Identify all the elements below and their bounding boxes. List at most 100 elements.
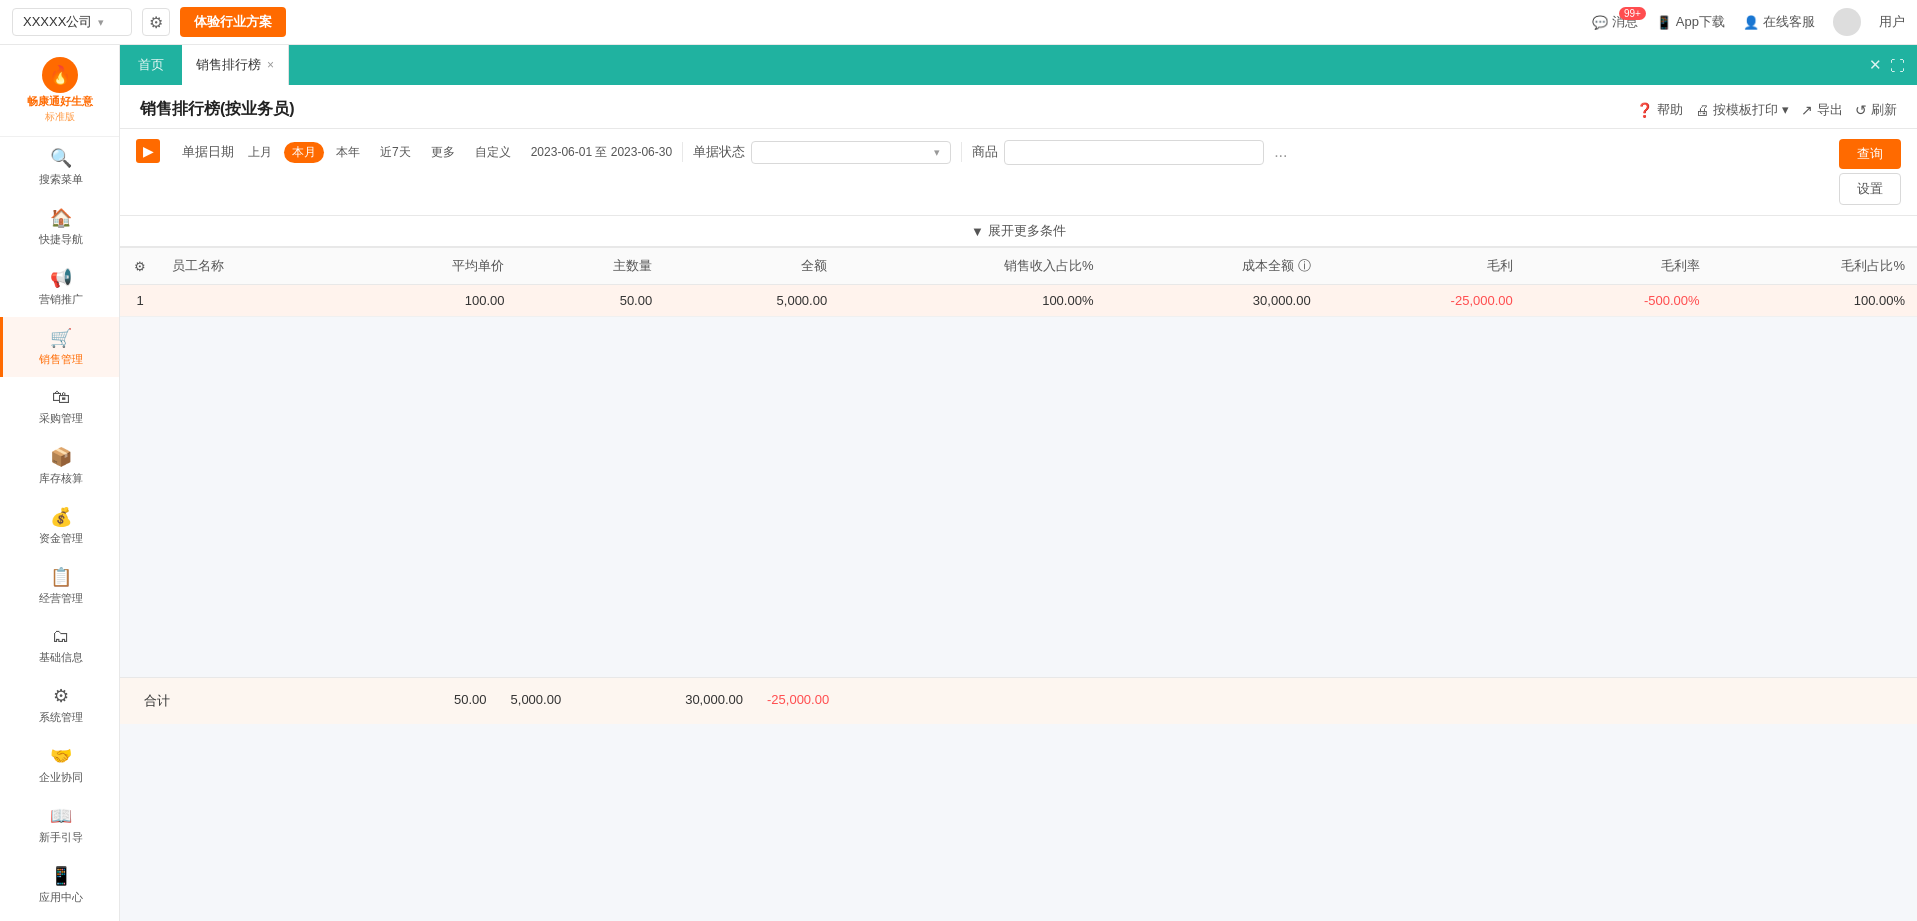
goods-more-btn[interactable]: ... bbox=[1270, 139, 1291, 165]
sidebar-item-operation[interactable]: 📋 经营管理 bbox=[0, 556, 119, 616]
footer-label: 合计 bbox=[132, 686, 362, 716]
app-download-btn[interactable]: 📱 App下载 bbox=[1656, 13, 1725, 31]
th-cost: 成本全额 ⓘ bbox=[1105, 248, 1322, 285]
goods-input[interactable] bbox=[1004, 140, 1264, 165]
sidebar-item-guide[interactable]: 📖 新手引导 bbox=[0, 795, 119, 855]
query-button[interactable]: 查询 bbox=[1839, 139, 1901, 169]
date-opt-this-month[interactable]: 本月 bbox=[284, 142, 324, 163]
top-bar: XXXXX公司 ▾ ⚙ 体验行业方案 💬 消息 99+ 📱 App下载 👤 在线… bbox=[0, 0, 1917, 45]
tab-home[interactable]: 首页 bbox=[120, 45, 182, 85]
cell-main-qty: 50.00 bbox=[516, 285, 664, 317]
company-dropdown-arrow: ▾ bbox=[98, 16, 104, 29]
cell-avg-price: 100.00 bbox=[338, 285, 516, 317]
date-range-text: 2023-06-01 至 2023-06-30 bbox=[531, 144, 672, 161]
sidebar-item-wechat[interactable]: 💬 企业微信 bbox=[0, 915, 119, 921]
sidebar-item-quick-nav[interactable]: 🏠 快捷导航 bbox=[0, 197, 119, 257]
sidebar-item-label: 营销推广 bbox=[39, 292, 83, 307]
sidebar-item-finance[interactable]: 💰 资金管理 bbox=[0, 496, 119, 556]
marketing-icon: 📢 bbox=[50, 267, 72, 289]
settings-icon[interactable]: ⚙ bbox=[142, 8, 170, 36]
help-icon: ❓ bbox=[1636, 102, 1653, 118]
setting-button[interactable]: 设置 bbox=[1839, 173, 1901, 205]
trial-button[interactable]: 体验行业方案 bbox=[180, 7, 286, 37]
logo-icon: 🔥 bbox=[42, 57, 78, 93]
expand-down-icon: ▼ bbox=[971, 224, 984, 239]
status-select[interactable]: ▾ bbox=[751, 141, 951, 164]
tab-expand-btn[interactable]: ⛶ bbox=[1890, 57, 1905, 74]
date-filter-group: 单据日期 上月 本月 本年 近7天 更多 自定义 2023-06-01 至 20… bbox=[182, 142, 672, 163]
cell-sales-pct: 100.00% bbox=[839, 285, 1105, 317]
appstore-icon: 📱 bbox=[50, 865, 72, 887]
table-header: ⚙ 员工名称 平均单价 主数量 全额 销售收入占比% 成本全额 ⓘ 毛利 毛利率… bbox=[120, 248, 1917, 285]
page-body: 销售排行榜(按业务员) ❓ 帮助 🖨 按模板打印 ▾ ↗ bbox=[120, 85, 1917, 921]
company-name: XXXXX公司 bbox=[23, 13, 92, 31]
page-title: 销售排行榜(按业务员) bbox=[140, 99, 295, 120]
export-icon: ↗ bbox=[1801, 102, 1813, 118]
sidebar-logo: 🔥 畅康通好生意 标准版 bbox=[0, 45, 119, 137]
operation-icon: 📋 bbox=[50, 566, 72, 588]
filter-divider-2 bbox=[961, 142, 962, 162]
export-btn[interactable]: ↗ 导出 bbox=[1801, 101, 1843, 119]
sidebar-item-label: 快捷导航 bbox=[39, 232, 83, 247]
date-opt-this-year[interactable]: 本年 bbox=[328, 142, 368, 163]
refresh-label: 刷新 bbox=[1871, 101, 1897, 119]
status-filter-group: 单据状态 ▾ bbox=[693, 141, 951, 164]
th-sales-pct: 销售收入占比% bbox=[839, 248, 1105, 285]
sidebar-item-search[interactable]: 🔍 搜索菜单 bbox=[0, 137, 119, 197]
table-header-row: ⚙ 员工名称 平均单价 主数量 全额 销售收入占比% 成本全额 ⓘ 毛利 毛利率… bbox=[120, 248, 1917, 285]
sidebar-item-basic[interactable]: 🗂 基础信息 bbox=[0, 616, 119, 675]
sidebar-item-label: 资金管理 bbox=[39, 531, 83, 546]
tab-sales-ranking[interactable]: 销售排行榜 × bbox=[182, 45, 289, 85]
service-icon: 👤 bbox=[1743, 15, 1759, 30]
message-icon: 💬 bbox=[1592, 15, 1608, 30]
th-main-qty: 主数量 bbox=[516, 248, 664, 285]
table-body: 1 100.00 50.00 5,000.00 100.00% 30,000.0… bbox=[120, 285, 1917, 317]
export-label: 导出 bbox=[1817, 101, 1843, 119]
status-label: 单据状态 bbox=[693, 143, 745, 161]
date-opt-more[interactable]: 更多 bbox=[423, 142, 463, 163]
avatar[interactable] bbox=[1833, 8, 1861, 36]
refresh-icon: ↺ bbox=[1855, 102, 1867, 118]
sidebar-item-enterprise[interactable]: 🤝 企业协同 bbox=[0, 735, 119, 795]
sidebar-item-marketing[interactable]: 📢 营销推广 bbox=[0, 257, 119, 317]
footer-avg-price bbox=[362, 686, 442, 716]
message-btn[interactable]: 💬 消息 99+ bbox=[1592, 13, 1638, 31]
tab-label: 销售排行榜 bbox=[196, 56, 261, 74]
th-gross: 毛利 bbox=[1323, 248, 1525, 285]
online-service-btn[interactable]: 👤 在线客服 bbox=[1743, 13, 1815, 31]
sidebar-item-sales[interactable]: 🛒 销售管理 bbox=[0, 317, 119, 377]
th-gross-pct: 毛利占比% bbox=[1712, 248, 1917, 285]
date-opt-custom[interactable]: 自定义 bbox=[467, 142, 519, 163]
date-opt-prev-month[interactable]: 上月 bbox=[240, 142, 280, 163]
cell-gross-pct: 100.00% bbox=[1712, 285, 1917, 317]
filter-container: ▶ 单据日期 上月 本月 本年 近7天 更多 自定义 bbox=[120, 129, 1917, 216]
expand-more-btn[interactable]: ▼ 展开更多条件 bbox=[971, 222, 1066, 240]
date-label: 单据日期 bbox=[182, 143, 234, 161]
table-area: ⚙ 员工名称 平均单价 主数量 全额 销售收入占比% 成本全额 ⓘ 毛利 毛利率… bbox=[120, 247, 1917, 317]
tab-close-window-btn[interactable]: ✕ bbox=[1869, 56, 1882, 74]
spacer bbox=[120, 317, 1917, 677]
sidebar-item-appstore[interactable]: 📱 应用中心 bbox=[0, 855, 119, 915]
sidebar-item-label: 经营管理 bbox=[39, 591, 83, 606]
expand-arrow-btn[interactable]: ▶ bbox=[136, 139, 160, 163]
main-area: 🔥 畅康通好生意 标准版 🔍 搜索菜单 🏠 快捷导航 📢 营销推广 🛒 销售管理 bbox=[0, 45, 1917, 921]
goods-filter-group: 商品 ... bbox=[972, 139, 1291, 165]
content-area: 首页 销售排行榜 × ✕ ⛶ 销售排行榜(按业务员) ❓ bbox=[120, 45, 1917, 921]
message-badge: 99+ bbox=[1619, 7, 1646, 20]
print-btn[interactable]: 🖨 按模板打印 ▾ bbox=[1695, 101, 1789, 119]
refresh-btn[interactable]: ↺ 刷新 bbox=[1855, 101, 1897, 119]
sidebar-item-system[interactable]: ⚙ 系统管理 bbox=[0, 675, 119, 735]
date-opt-7days[interactable]: 近7天 bbox=[372, 142, 419, 163]
th-settings[interactable]: ⚙ bbox=[120, 248, 160, 285]
tab-close-btn[interactable]: × bbox=[267, 58, 274, 72]
home-icon: 🏠 bbox=[50, 207, 72, 229]
date-options: 上月 本月 本年 近7天 更多 自定义 bbox=[240, 142, 519, 163]
footer-sales-pct bbox=[573, 686, 673, 716]
filter-actions: 查询 设置 bbox=[1839, 139, 1901, 205]
sidebar-item-inventory[interactable]: 📦 库存核算 bbox=[0, 436, 119, 496]
expand-more-row: ▼ 展开更多条件 bbox=[120, 216, 1917, 247]
company-selector[interactable]: XXXXX公司 ▾ bbox=[12, 8, 132, 36]
sidebar-item-purchase[interactable]: 🛍 采购管理 bbox=[0, 377, 119, 436]
basic-icon: 🗂 bbox=[52, 626, 70, 647]
help-btn[interactable]: ❓ 帮助 bbox=[1636, 101, 1683, 119]
